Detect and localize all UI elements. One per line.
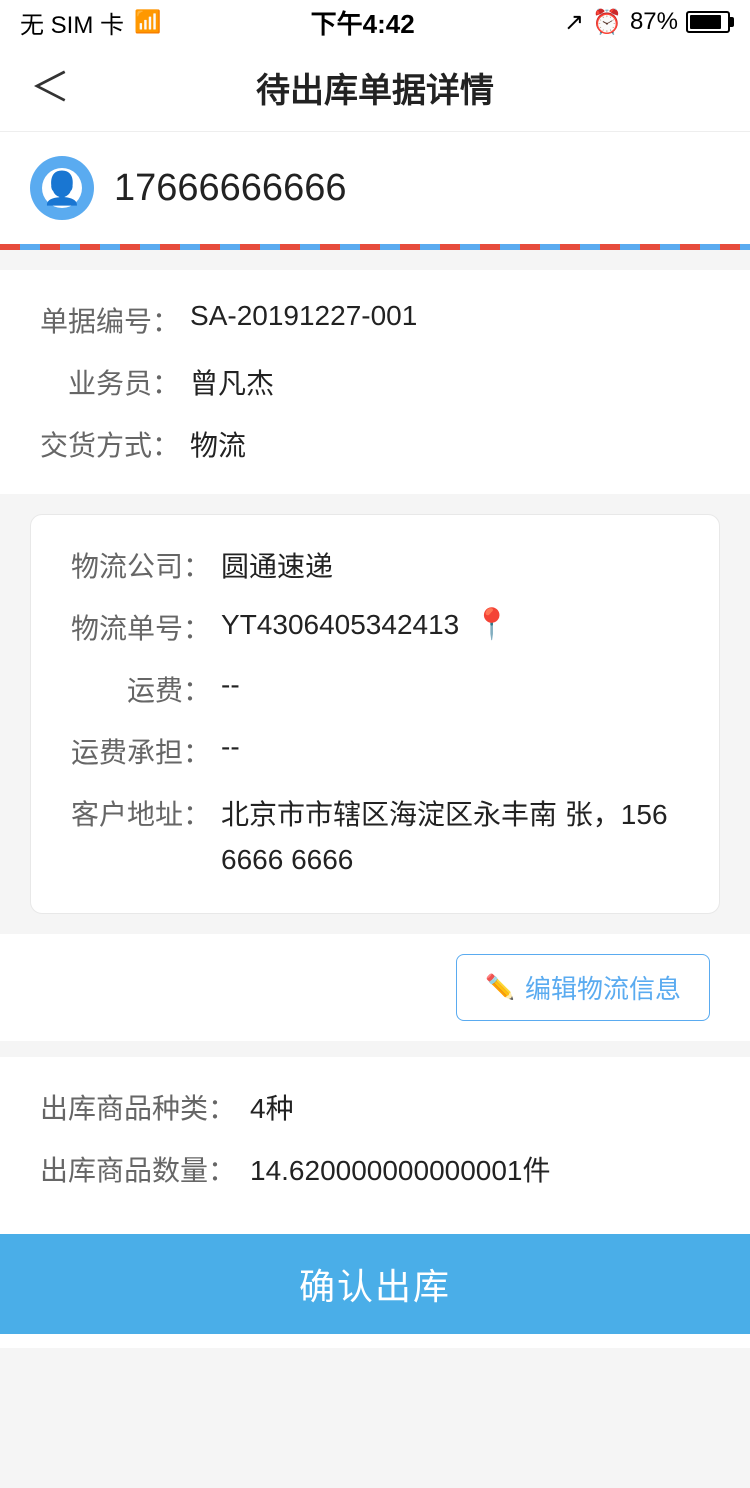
avatar-inner: 👤 — [42, 168, 82, 208]
logistics-company-value: 圆通速递 — [221, 545, 679, 585]
goods-quantity-value: 14.620000000000001件 — [250, 1149, 551, 1189]
freight-bearer-label: 运费承担： — [71, 731, 211, 771]
map-location-icon[interactable]: 📍 — [473, 607, 510, 642]
salesman-row: 业务员： 曾凡杰 — [40, 362, 710, 402]
dashed-divider — [0, 244, 750, 250]
carrier-label: 无 SIM 卡 — [20, 5, 124, 40]
delivery-row: 交货方式： 物流 — [40, 424, 710, 464]
freight-bearer-row: 运费承担： -- — [71, 731, 679, 771]
logistics-tracking-row: 物流单号： YT4306405342413 📍 — [71, 607, 679, 647]
address-row: 客户地址： 北京市市辖区海淀区永丰南 张，156 6666 6666 — [71, 793, 679, 883]
goods-type-label: 出库商品种类： — [40, 1087, 240, 1127]
edit-icon: ✏️ — [485, 973, 515, 1002]
battery-tip — [730, 17, 734, 27]
logistics-company-label: 物流公司： — [71, 545, 211, 585]
page-title: 待出库单据详情 — [256, 63, 494, 112]
logistics-company-row: 物流公司： 圆通速递 — [71, 545, 679, 585]
avatar: 👤 — [30, 156, 94, 220]
logistics-tracking-value: YT4306405342413 📍 — [221, 607, 679, 642]
order-info-section: 单据编号： SA-20191227-001 业务员： 曾凡杰 交货方式： 物流 — [0, 270, 750, 494]
back-button[interactable]: ＜ — [30, 68, 70, 108]
edit-logistics-label: 编辑物流信息 — [525, 969, 681, 1006]
logistics-card: 物流公司： 圆通速递 物流单号： YT4306405342413 📍 运费： -… — [30, 514, 720, 914]
delivery-value: 物流 — [190, 424, 710, 464]
order-no-label: 单据编号： — [40, 300, 180, 340]
goods-type-value: 4种 — [250, 1087, 294, 1127]
alarm-icon: ⏰ — [592, 8, 622, 37]
salesman-label: 业务员： — [40, 362, 180, 402]
freight-label: 运费： — [71, 669, 211, 709]
goods-type-row: 出库商品种类： 4种 — [40, 1087, 710, 1127]
edit-logistics-section: ✏️ 编辑物流信息 — [0, 934, 750, 1041]
status-bar: 无 SIM 卡 📶 下午4:42 ↗ ⏰ 87% — [0, 0, 750, 44]
order-no-value: SA-20191227-001 — [190, 300, 710, 332]
edit-logistics-button[interactable]: ✏️ 编辑物流信息 — [456, 954, 710, 1021]
delivery-label: 交货方式： — [40, 424, 180, 464]
freight-row: 运费： -- — [71, 669, 679, 709]
customer-row: 👤 17666666666 — [0, 132, 750, 244]
confirm-btn-wrap: 确认出库 — [0, 1234, 750, 1334]
location-status-icon: ↗ — [564, 8, 584, 37]
address-label: 客户地址： — [71, 793, 211, 833]
goods-quantity-row: 出库商品数量： 14.620000000000001件 — [40, 1149, 710, 1189]
section-divider — [0, 1041, 750, 1057]
status-time: 下午4:42 — [311, 4, 415, 41]
status-left: 无 SIM 卡 📶 — [20, 5, 161, 40]
address-value: 北京市市辖区海淀区永丰南 张，156 6666 6666 — [221, 793, 679, 883]
customer-phone: 17666666666 — [114, 167, 346, 210]
freight-value: -- — [221, 669, 679, 701]
wifi-icon: 📶 — [134, 9, 161, 35]
freight-bearer-value: -- — [221, 731, 679, 763]
battery-fill — [690, 15, 721, 29]
avatar-icon: 👤 — [42, 169, 82, 207]
status-right: ↗ ⏰ 87% — [564, 8, 730, 37]
content-spacer — [0, 1348, 750, 1488]
battery-percent: 87% — [630, 8, 678, 36]
order-no-row: 单据编号： SA-20191227-001 — [40, 300, 710, 340]
tracking-number: YT4306405342413 — [221, 609, 459, 641]
salesman-value: 曾凡杰 — [190, 362, 710, 402]
battery-bar — [686, 11, 730, 33]
goods-section: 出库商品种类： 4种 出库商品数量： 14.620000000000001件 — [0, 1057, 750, 1241]
goods-quantity-label: 出库商品数量： — [40, 1149, 240, 1189]
logistics-tracking-label: 物流单号： — [71, 607, 211, 647]
nav-bar: ＜ 待出库单据详情 — [0, 44, 750, 132]
confirm-outbound-button[interactable]: 确认出库 — [0, 1234, 750, 1334]
